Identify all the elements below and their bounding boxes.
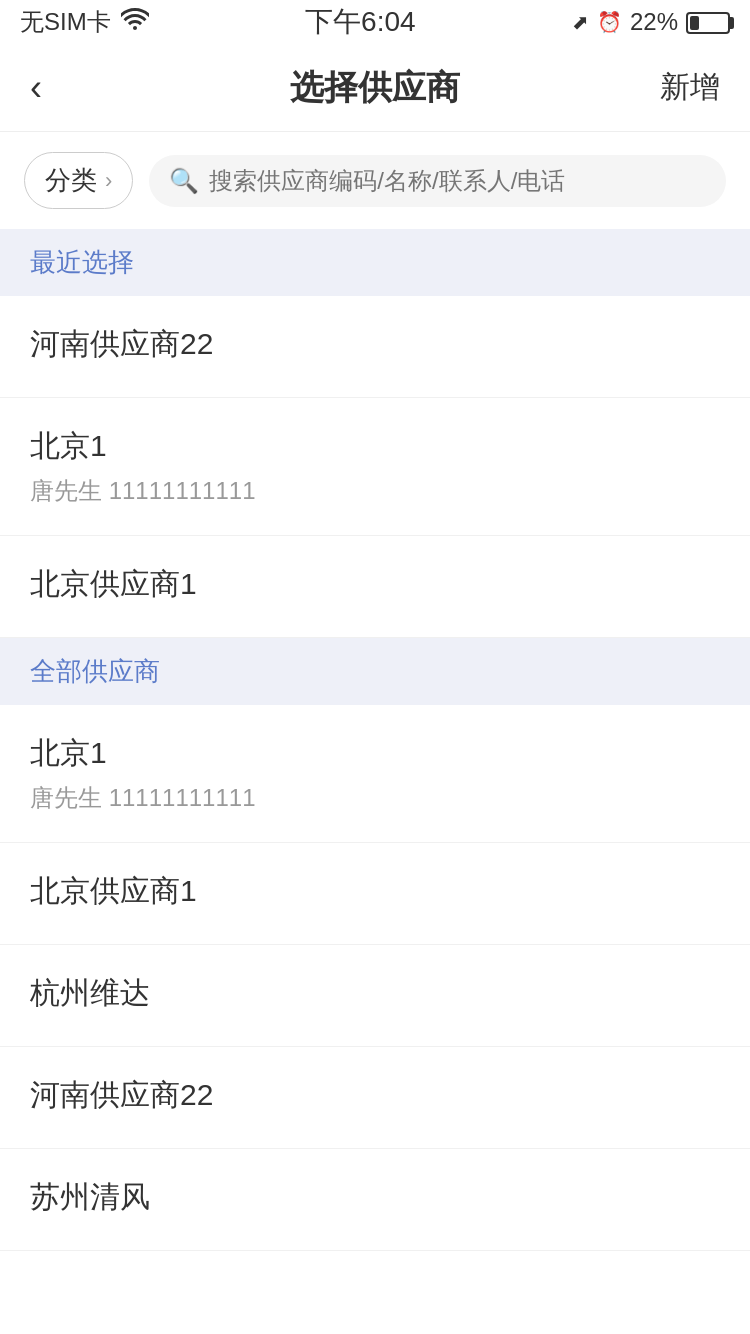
back-button[interactable]: ‹ bbox=[30, 67, 90, 109]
recent-section-header: 最近选择 bbox=[0, 229, 750, 296]
list-item[interactable]: 杭州维达 bbox=[0, 945, 750, 1047]
chevron-right-icon: › bbox=[105, 168, 112, 194]
list-item[interactable]: 北京供应商1 bbox=[0, 536, 750, 638]
search-icon: 🔍 bbox=[169, 167, 199, 195]
battery-icon bbox=[686, 8, 730, 36]
alarm-icon: ⏰ bbox=[597, 10, 622, 34]
list-item[interactable]: 河南供应商22 bbox=[0, 296, 750, 398]
search-input[interactable] bbox=[209, 167, 706, 195]
item-name: 北京1 bbox=[30, 426, 720, 467]
new-add-button[interactable]: 新增 bbox=[660, 67, 720, 108]
list-item[interactable]: 苏州清风 bbox=[0, 1149, 750, 1251]
list-item[interactable]: 北京1 唐先生 11111111111 bbox=[0, 705, 750, 843]
category-label: 分类 bbox=[45, 163, 97, 198]
carrier-label: 无SIM卡 bbox=[20, 6, 111, 38]
item-name: 北京供应商1 bbox=[30, 564, 720, 605]
status-bar: 无SIM卡 下午6:04 ⬈ ⏰ 22% bbox=[0, 0, 750, 44]
list-item[interactable]: 北京1 唐先生 11111111111 bbox=[0, 398, 750, 536]
category-filter-button[interactable]: 分类 › bbox=[24, 152, 133, 209]
location-icon: ⬈ bbox=[572, 10, 589, 34]
page-title: 选择供应商 bbox=[290, 65, 460, 111]
item-name: 北京1 bbox=[30, 733, 720, 774]
search-area: 分类 › 🔍 bbox=[0, 132, 750, 229]
status-right: ⬈ ⏰ 22% bbox=[572, 8, 730, 36]
item-name: 河南供应商22 bbox=[30, 324, 720, 365]
item-name: 河南供应商22 bbox=[30, 1075, 720, 1116]
item-name: 苏州清风 bbox=[30, 1177, 720, 1218]
list-item[interactable]: 河南供应商22 bbox=[0, 1047, 750, 1149]
battery-percent: 22% bbox=[630, 8, 678, 36]
search-box: 🔍 bbox=[149, 155, 726, 207]
item-sub: 唐先生 11111111111 bbox=[30, 782, 720, 814]
status-left: 无SIM卡 bbox=[20, 6, 149, 38]
item-name: 北京供应商1 bbox=[30, 871, 720, 912]
item-sub: 唐先生 11111111111 bbox=[30, 475, 720, 507]
time-display: 下午6:04 bbox=[305, 3, 416, 41]
all-section-header: 全部供应商 bbox=[0, 638, 750, 705]
nav-bar: ‹ 选择供应商 新增 bbox=[0, 44, 750, 132]
list-item[interactable]: 北京供应商1 bbox=[0, 843, 750, 945]
recent-items-list: 河南供应商22 北京1 唐先生 11111111111 北京供应商1 bbox=[0, 296, 750, 638]
item-name: 杭州维达 bbox=[30, 973, 720, 1014]
all-items-list: 北京1 唐先生 11111111111 北京供应商1 杭州维达河南供应商22 苏州清风 bbox=[0, 705, 750, 1251]
wifi-icon bbox=[121, 8, 149, 36]
